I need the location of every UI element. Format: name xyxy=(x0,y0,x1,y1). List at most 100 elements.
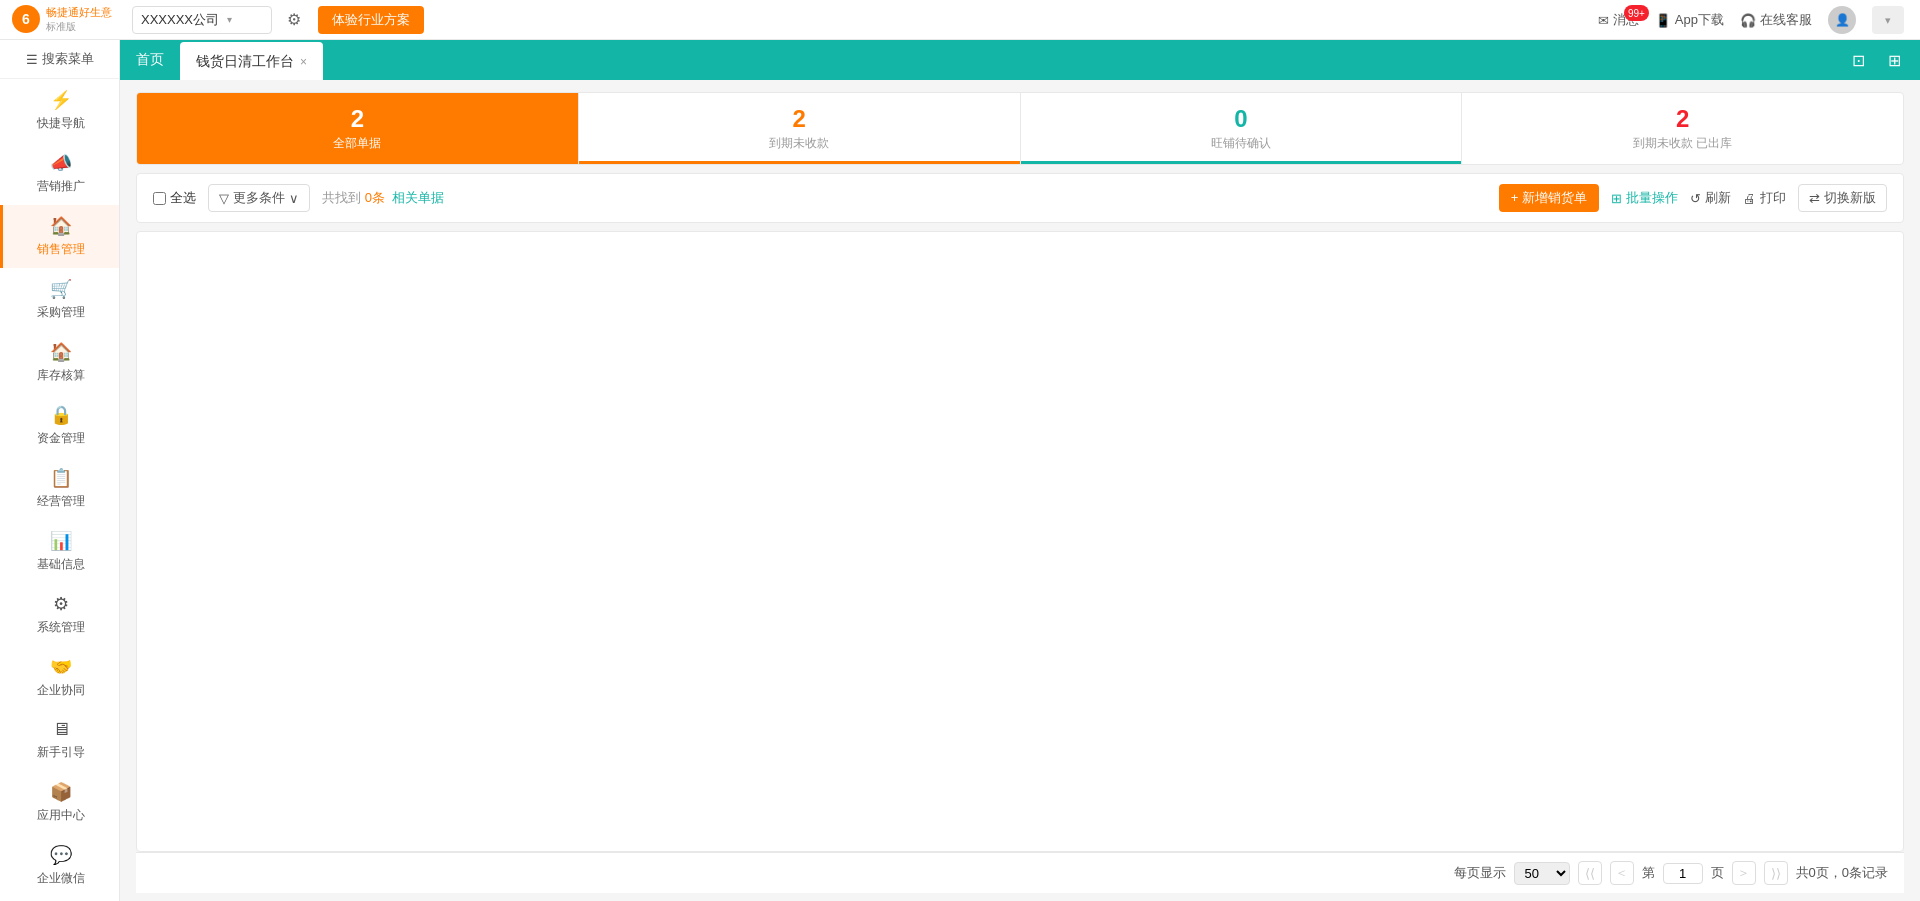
basic-info-icon: 📊 xyxy=(50,530,72,552)
sidebar-item-purchase[interactable]: 🛒 采购管理 xyxy=(0,268,119,331)
print-icon: 🖨 xyxy=(1743,191,1756,206)
inventory-icon: 🏠 xyxy=(50,341,72,363)
tab-expand-button[interactable]: ⊞ xyxy=(1880,46,1908,74)
stat-value-wangpai: 0 xyxy=(1037,105,1446,133)
stat-value-overdue-shipped: 2 xyxy=(1478,105,1887,133)
stat-value-overdue: 2 xyxy=(595,105,1004,133)
sidebar-item-label: 系统管理 xyxy=(37,619,85,636)
refresh-label: 刷新 xyxy=(1705,189,1731,207)
filter-label: 更多条件 xyxy=(233,189,285,207)
refresh-button[interactable]: ↺ 刷新 xyxy=(1690,189,1731,207)
filter-button[interactable]: ▽ 更多条件 ∨ xyxy=(208,184,310,212)
filter-icon: ▽ xyxy=(219,191,229,206)
avatar[interactable]: 👤 xyxy=(1828,6,1856,34)
sidebar-item-label: 采购管理 xyxy=(37,304,85,321)
sidebar: ☰ 搜索菜单 ⚡ 快捷导航 📣 营销推广 🏠 销售管理 🛒 采购管理 🏠 库存核… xyxy=(0,40,120,901)
sidebar-item-enterprise[interactable]: 🤝 企业协同 xyxy=(0,646,119,709)
page-input[interactable] xyxy=(1663,863,1703,884)
page-size-label: 每页显示 xyxy=(1454,864,1506,882)
stat-label-overdue: 到期未收款 xyxy=(595,135,1004,152)
tab-home[interactable]: 首页 xyxy=(120,40,180,80)
purchase-icon: 🛒 xyxy=(50,278,72,300)
stat-label-all: 全部单据 xyxy=(153,135,562,152)
logo-icon: 6 xyxy=(12,5,40,33)
enterprise-icon: 🤝 xyxy=(50,656,72,678)
sidebar-item-marketing[interactable]: 📣 营销推广 xyxy=(0,142,119,205)
try-industry-button[interactable]: 体验行业方案 xyxy=(318,6,424,34)
stat-underline-overdue xyxy=(579,161,1020,164)
first-page-button[interactable]: ⟨⟨ xyxy=(1578,861,1602,885)
sidebar-item-label: 快捷导航 xyxy=(37,115,85,132)
app-download-label: App下载 xyxy=(1675,11,1724,29)
sidebar-item-inventory[interactable]: 🏠 库存核算 xyxy=(0,331,119,394)
next-page-button[interactable]: ＞ xyxy=(1732,861,1756,885)
tab-restore-button[interactable]: ⊡ xyxy=(1844,46,1872,74)
sidebar-item-label: 销售管理 xyxy=(37,241,85,258)
related-link[interactable]: 相关单据 xyxy=(392,190,444,205)
prev-page-button[interactable]: ＜ xyxy=(1610,861,1634,885)
marketing-icon: 📣 xyxy=(50,152,72,174)
sidebar-item-funds[interactable]: 🔒 资金管理 xyxy=(0,394,119,457)
chevron-down-icon: ▾ xyxy=(227,14,232,25)
sales-icon: 🏠 xyxy=(50,215,72,237)
sidebar-item-label: 企业协同 xyxy=(37,682,85,699)
sidebar-item-operations[interactable]: 📋 经营管理 xyxy=(0,457,119,520)
tab-label: 钱货日清工作台 xyxy=(196,53,294,71)
sidebar-item-quick-nav[interactable]: ⚡ 快捷导航 xyxy=(0,79,119,142)
online-service-button[interactable]: 🎧 在线客服 xyxy=(1740,11,1812,29)
content-area: 首页 钱货日清工作台 × ⊡ ⊞ 2 全部单据 2 到期未收款 xyxy=(120,40,1920,901)
tab-bar: 首页 钱货日清工作台 × ⊡ ⊞ xyxy=(120,40,1920,80)
funds-icon: 🔒 xyxy=(50,404,72,426)
page-size-select[interactable]: 50 10 20 100 xyxy=(1514,862,1570,885)
settings-icon[interactable]: ⚙ xyxy=(280,6,308,34)
user-menu[interactable]: ▾ xyxy=(1872,6,1904,34)
online-service-label: 在线客服 xyxy=(1760,11,1812,29)
quick-nav-icon: ⚡ xyxy=(50,89,72,111)
select-all-input[interactable] xyxy=(153,192,166,205)
stat-card-overdue[interactable]: 2 到期未收款 xyxy=(579,93,1021,164)
tab-bar-actions: ⊡ ⊞ xyxy=(1844,46,1920,74)
sidebar-item-label: 新手引导 xyxy=(37,744,85,761)
refresh-icon: ↺ xyxy=(1690,191,1701,206)
top-header: 6 畅捷通好生意 标准版 XXXXXX公司 ▾ ⚙ 体验行业方案 ✉ 消息 99… xyxy=(0,0,1920,40)
search-menu-label: 搜索菜单 xyxy=(42,50,94,68)
sidebar-item-sales[interactable]: 🏠 销售管理 xyxy=(0,205,119,268)
last-page-button[interactable]: ⟩⟩ xyxy=(1764,861,1788,885)
app-download-button[interactable]: 📱 App下载 xyxy=(1655,11,1724,29)
sidebar-item-label: 企业微信 xyxy=(37,870,85,887)
message-button[interactable]: ✉ 消息 99+ xyxy=(1598,11,1639,29)
sidebar-item-app-center[interactable]: 📦 应用中心 xyxy=(0,771,119,834)
weixin-icon: 💬 xyxy=(50,844,72,866)
main-layout: ☰ 搜索菜单 ⚡ 快捷导航 📣 营销推广 🏠 销售管理 🛒 采购管理 🏠 库存核… xyxy=(0,40,1920,901)
sidebar-item-member[interactable]: V 畅会员 xyxy=(0,897,119,901)
stat-card-all[interactable]: 2 全部单据 xyxy=(137,93,579,164)
sidebar-item-basic-info[interactable]: 📊 基础信息 xyxy=(0,520,119,583)
sidebar-item-label: 基础信息 xyxy=(37,556,85,573)
message-icon: ✉ xyxy=(1598,13,1609,28)
search-menu-item[interactable]: ☰ 搜索菜单 xyxy=(0,40,119,79)
found-prefix: 共找到 xyxy=(322,190,361,205)
sidebar-item-weixin[interactable]: 💬 企业微信 xyxy=(0,834,119,897)
page-suffix: 页 xyxy=(1711,864,1724,882)
operations-icon: 📋 xyxy=(50,467,72,489)
new-sales-order-button[interactable]: + 新增销货单 xyxy=(1499,184,1599,212)
sidebar-item-label: 应用中心 xyxy=(37,807,85,824)
company-selector[interactable]: XXXXXX公司 ▾ xyxy=(132,6,272,34)
message-badge: 99+ xyxy=(1624,5,1649,21)
select-all-checkbox[interactable]: 全选 xyxy=(153,189,196,207)
stat-card-wangpai[interactable]: 0 旺铺待确认 xyxy=(1021,93,1463,164)
tab-close-icon[interactable]: × xyxy=(300,55,307,69)
stat-value-all: 2 xyxy=(153,105,562,133)
batch-operation-button[interactable]: ⊞ 批量操作 xyxy=(1611,189,1678,207)
stat-label-overdue-shipped: 到期未收款 已出库 xyxy=(1478,135,1887,152)
switch-version-button[interactable]: ⇄ 切换新版 xyxy=(1798,184,1887,212)
switch-icon: ⇄ xyxy=(1809,191,1820,206)
stat-card-overdue-shipped[interactable]: 2 到期未收款 已出库 xyxy=(1462,93,1903,164)
print-button[interactable]: 🖨 打印 xyxy=(1743,189,1786,207)
sidebar-item-system[interactable]: ⚙ 系统管理 xyxy=(0,583,119,646)
logo-text: 畅捷通好生意 xyxy=(46,5,112,19)
batch-icon: ⊞ xyxy=(1611,191,1622,206)
tab-qinghuori[interactable]: 钱货日清工作台 × xyxy=(180,42,323,82)
sidebar-item-newbie[interactable]: 🖥 新手引导 xyxy=(0,709,119,771)
print-label: 打印 xyxy=(1760,189,1786,207)
